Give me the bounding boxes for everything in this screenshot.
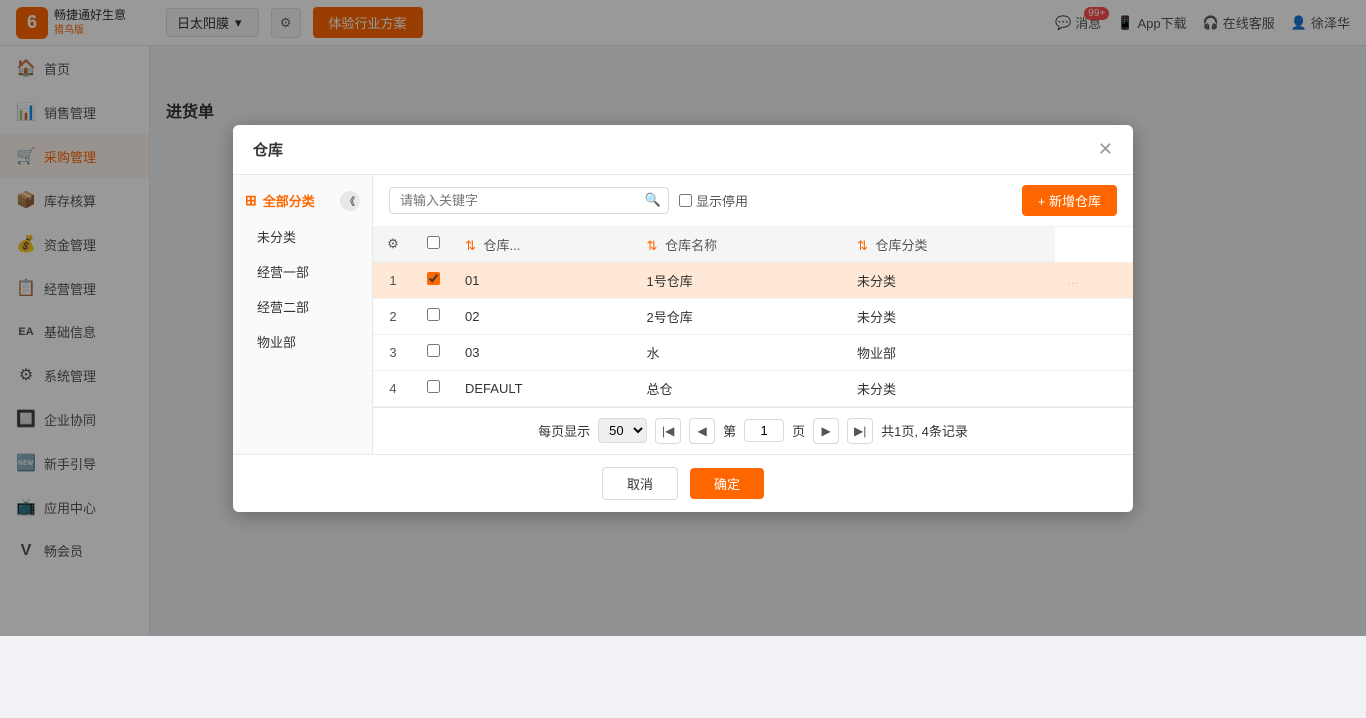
prev-page-button[interactable]: ◀ (689, 418, 715, 444)
modal-footer: 取消 确定 (233, 454, 1133, 512)
modal-sidebar-header[interactable]: ⊞ 全部分类 《 (233, 183, 372, 219)
row-checkbox[interactable] (427, 380, 440, 393)
th-check (413, 227, 453, 263)
row-checkbox[interactable] (427, 344, 440, 357)
table-body: 1 01 1号仓库 未分类 ... 2 02 2号仓库 未分类 3 03 水 物… (373, 262, 1133, 406)
table-header-row: ⚙ ⇅ 仓库... ⇅ 仓库名称 (373, 227, 1133, 263)
th-gear: ⚙ (373, 227, 413, 263)
add-warehouse-button[interactable]: + 新增仓库 (1022, 185, 1117, 216)
row-category: 未分类 (845, 298, 1055, 334)
row-checkbox[interactable] (427, 272, 440, 285)
row-num: 2 (373, 298, 413, 334)
warehouse-table: ⚙ ⇅ 仓库... ⇅ 仓库名称 (373, 227, 1133, 407)
select-all-checkbox[interactable] (427, 236, 440, 249)
row-code: 03 (453, 334, 635, 370)
cancel-button[interactable]: 取消 (602, 467, 678, 500)
row-name: 2号仓库 (635, 298, 845, 334)
modal-body: ⊞ 全部分类 《 未分类 经营一部 经营二部 物业部 (233, 175, 1133, 454)
table-row[interactable]: 4 DEFAULT 总仓 未分类 (373, 370, 1133, 406)
modal-left-sidebar: ⊞ 全部分类 《 未分类 经营一部 经营二部 物业部 (233, 175, 373, 454)
search-icon[interactable]: 🔍 (645, 192, 661, 208)
th-category: ⇅ 仓库分类 (845, 227, 1055, 263)
row-name: 总仓 (635, 370, 845, 406)
last-page-button[interactable]: ▶| (847, 418, 873, 444)
modal-overlay: 仓库 ✕ ⊞ 全部分类 《 未分类 经营一部 经营二部 (0, 0, 1366, 636)
modal-title: 仓库 (253, 139, 283, 160)
row-category: 未分类 (845, 262, 1055, 298)
th-code: ⇅ 仓库... (453, 227, 635, 263)
row-num: 3 (373, 334, 413, 370)
table-row[interactable]: 3 03 水 物业部 (373, 334, 1133, 370)
row-checkbox-cell (413, 334, 453, 370)
grid-icon: ⊞ (245, 192, 257, 209)
row-name: 水 (635, 334, 845, 370)
row-category: 未分类 (845, 370, 1055, 406)
row-checkbox-cell (413, 298, 453, 334)
modal-toolbar: 🔍 显示停用 + 新增仓库 (373, 175, 1133, 227)
sort-icon-code: ⇅ (465, 238, 476, 253)
collapse-sidebar-button[interactable]: 《 (340, 191, 360, 211)
table-row[interactable]: 1 01 1号仓库 未分类 ... (373, 262, 1133, 298)
modal-right-content: 🔍 显示停用 + 新增仓库 ⚙ (373, 175, 1133, 454)
first-page-button[interactable]: |◀ (655, 418, 681, 444)
row-category: 物业部 (845, 334, 1055, 370)
table-row[interactable]: 2 02 2号仓库 未分类 (373, 298, 1133, 334)
th-name: ⇅ 仓库名称 (635, 227, 845, 263)
modal-sidebar-item-dept1[interactable]: 经营一部 (233, 254, 372, 289)
page-input[interactable] (744, 419, 784, 442)
page-size-select[interactable]: 50 (598, 418, 647, 443)
modal-pagination: 每页显示 50 |◀ ◀ 第 页 ▶ ▶| 共1页, 4条记录 (373, 407, 1133, 454)
row-num: 1 (373, 262, 413, 298)
show-disabled-checkbox[interactable] (679, 194, 692, 207)
row-code: 01 (453, 262, 635, 298)
row-actions[interactable]: ... (1055, 262, 1133, 298)
search-wrapper: 🔍 (389, 187, 669, 214)
sort-icon-category: ⇅ (857, 238, 868, 253)
modal-close-button[interactable]: ✕ (1098, 140, 1113, 158)
confirm-button[interactable]: 确定 (690, 468, 764, 499)
row-code: DEFAULT (453, 370, 635, 406)
row-checkbox[interactable] (427, 308, 440, 321)
sort-icon-name: ⇅ (647, 238, 658, 253)
row-num: 4 (373, 370, 413, 406)
next-page-button[interactable]: ▶ (813, 418, 839, 444)
row-name: 1号仓库 (635, 262, 845, 298)
modal-table-container: ⚙ ⇅ 仓库... ⇅ 仓库名称 (373, 227, 1133, 407)
modal-header: 仓库 ✕ (233, 125, 1133, 175)
search-input[interactable] (389, 187, 669, 214)
modal-sidebar-item-property[interactable]: 物业部 (233, 324, 372, 359)
row-code: 02 (453, 298, 635, 334)
all-categories-label: 全部分类 (263, 191, 315, 210)
row-checkbox-cell (413, 370, 453, 406)
modal-sidebar-item-unclassified[interactable]: 未分类 (233, 219, 372, 254)
modal-sidebar-item-dept2[interactable]: 经营二部 (233, 289, 372, 324)
row-checkbox-cell (413, 262, 453, 298)
warehouse-modal: 仓库 ✕ ⊞ 全部分类 《 未分类 经营一部 经营二部 (233, 125, 1133, 512)
show-disabled-label[interactable]: 显示停用 (679, 191, 748, 210)
